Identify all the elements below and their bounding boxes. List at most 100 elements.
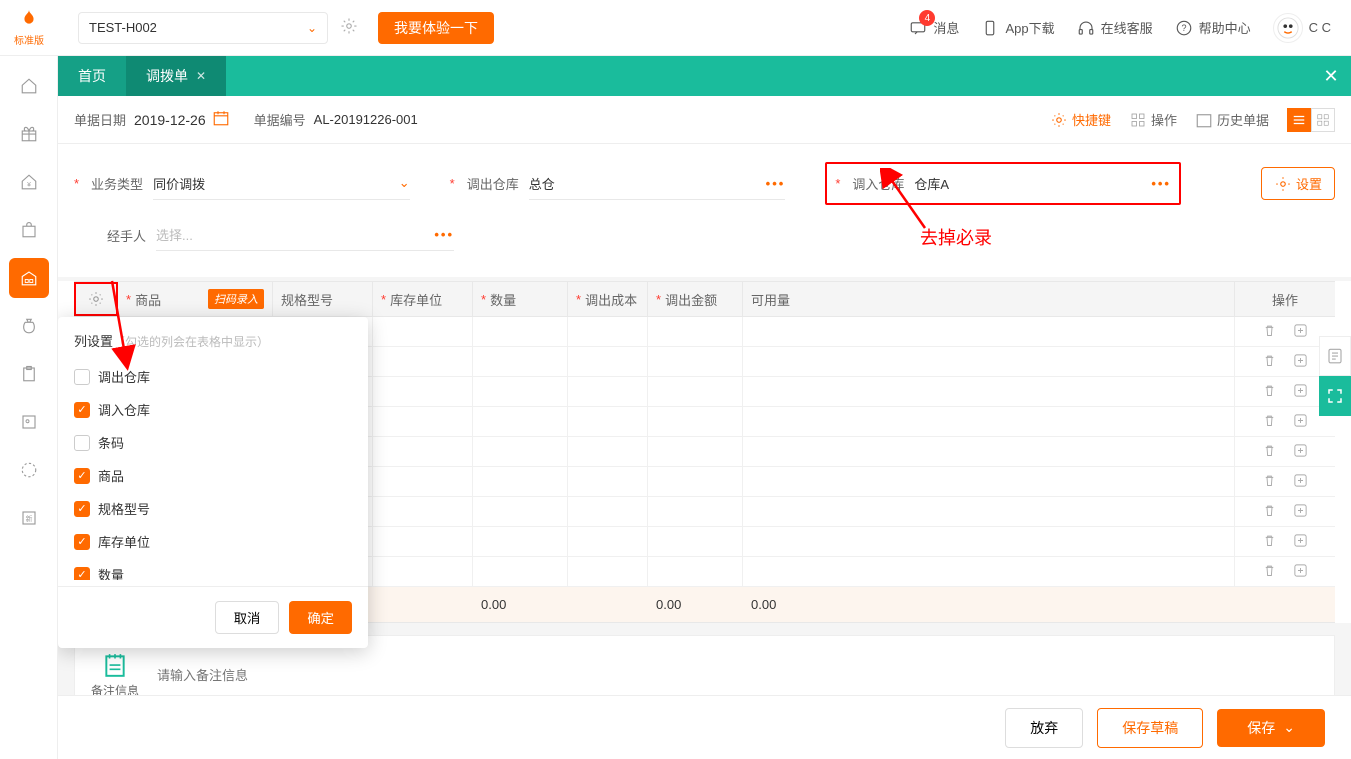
checkbox-label: 条码	[98, 433, 124, 452]
checkbox-label: 规格型号	[98, 499, 150, 518]
checkbox[interactable]: ✓	[74, 567, 90, 581]
checkbox[interactable]: ✓	[74, 501, 90, 517]
col-product: *商品扫码录入	[118, 282, 273, 316]
add-icon[interactable]	[1293, 563, 1308, 581]
required-star: *	[835, 176, 840, 191]
column-checkbox-list[interactable]: 调出仓库✓调入仓库条码✓商品✓规格型号✓库存单位✓数量单位2	[58, 360, 368, 580]
messages-link[interactable]: 4 消息	[909, 18, 959, 37]
add-icon[interactable]	[1293, 503, 1308, 521]
note-icon	[1326, 347, 1344, 365]
help-center-link[interactable]: ? 帮助中心	[1175, 18, 1251, 37]
date-label: 单据日期	[74, 110, 126, 129]
add-icon[interactable]	[1293, 413, 1308, 431]
save-button[interactable]: 保存⌄	[1217, 709, 1325, 747]
total-avail: 0.00	[743, 587, 1235, 622]
sidebar-more[interactable]	[9, 450, 49, 490]
notes-rail-button[interactable]	[1319, 336, 1351, 376]
col-qty: *数量	[473, 282, 568, 316]
close-all-tabs[interactable]: ✕	[1311, 56, 1351, 96]
form-panel: * 业务类型 同价调拨⌄ * 调出仓库 总仓••• * 调入仓库 仓库A••• …	[58, 144, 1351, 277]
notepad-icon	[102, 652, 128, 678]
app-download-link[interactable]: App下载	[981, 18, 1054, 37]
try-button[interactable]: 我要体验一下	[378, 12, 494, 44]
delete-icon[interactable]	[1262, 383, 1277, 401]
save-draft-button[interactable]: 保存草稿	[1097, 708, 1203, 748]
online-cs-link[interactable]: 在线客服	[1077, 18, 1153, 37]
add-icon[interactable]	[1293, 473, 1308, 491]
operate-link[interactable]: 操作	[1129, 110, 1177, 129]
add-icon[interactable]	[1293, 383, 1308, 401]
required-star: *	[450, 176, 455, 191]
sidebar-house-money[interactable]: ¥	[9, 162, 49, 202]
shortcut-link[interactable]: 快捷键	[1050, 110, 1111, 129]
sidebar-contact[interactable]	[9, 402, 49, 442]
checkbox[interactable]: ✓	[74, 402, 90, 418]
sidebar-bag[interactable]	[9, 210, 49, 250]
sidebar-home[interactable]	[9, 66, 49, 106]
col-cost: *调出成本	[568, 282, 648, 316]
grid-icon	[1129, 111, 1147, 129]
delete-icon[interactable]	[1262, 473, 1277, 491]
delete-icon[interactable]	[1262, 353, 1277, 371]
checkbox[interactable]: ✓	[74, 534, 90, 550]
avatar	[1273, 13, 1303, 43]
column-checkbox-item[interactable]: ✓调入仓库	[74, 393, 352, 426]
column-checkbox-item[interactable]: ✓数量	[74, 558, 352, 580]
date-value[interactable]: 2019-12-26	[134, 112, 206, 128]
tab-home[interactable]: 首页	[58, 56, 126, 96]
ok-button[interactable]: 确定	[289, 601, 352, 634]
delete-icon[interactable]	[1262, 503, 1277, 521]
delete-icon[interactable]	[1262, 533, 1277, 551]
field-in-warehouse[interactable]: * 调入仓库 仓库A•••	[825, 162, 1181, 205]
column-checkbox-item[interactable]: 条码	[74, 426, 352, 459]
discard-button[interactable]: 放弃	[1005, 708, 1083, 748]
checkbox[interactable]	[74, 369, 90, 385]
scan-entry-tag[interactable]: 扫码录入	[208, 289, 264, 309]
view-list[interactable]	[1287, 108, 1311, 132]
checkbox[interactable]	[74, 435, 90, 451]
history-link[interactable]: 历史单据	[1195, 110, 1269, 129]
delete-icon[interactable]	[1262, 323, 1277, 341]
tenant-select[interactable]: TEST-H002 ⌄	[78, 12, 328, 44]
field-out-warehouse[interactable]: * 调出仓库 总仓•••	[450, 168, 786, 200]
close-icon[interactable]: ✕	[196, 69, 206, 83]
fullscreen-rail-button[interactable]	[1319, 376, 1351, 416]
view-grid[interactable]	[1311, 108, 1335, 132]
add-icon[interactable]	[1293, 443, 1308, 461]
col-amt: *调出金额	[648, 282, 743, 316]
cancel-button[interactable]: 取消	[215, 601, 280, 634]
more-icon[interactable]: •••	[434, 227, 454, 242]
calendar-icon[interactable]	[212, 109, 230, 130]
delete-icon[interactable]	[1262, 563, 1277, 581]
sidebar-gift[interactable]	[9, 114, 49, 154]
add-icon[interactable]	[1293, 323, 1308, 341]
column-checkbox-item[interactable]: ✓库存单位	[74, 525, 352, 558]
column-settings-popover: 列设置（勾选的列会在表格中显示） 调出仓库✓调入仓库条码✓商品✓规格型号✓库存单…	[58, 317, 368, 648]
add-icon[interactable]	[1293, 533, 1308, 551]
sidebar-warehouse[interactable]	[9, 258, 49, 298]
tab-transfer-order[interactable]: 调拨单 ✕	[126, 56, 226, 96]
settings-button[interactable]: 设置	[1261, 167, 1335, 200]
checkbox[interactable]: ✓	[74, 468, 90, 484]
delete-icon[interactable]	[1262, 413, 1277, 431]
delete-icon[interactable]	[1262, 443, 1277, 461]
field-handler[interactable]: 经手人 选择...•••	[74, 219, 454, 251]
question-icon: ?	[1175, 19, 1193, 37]
column-checkbox-item[interactable]: 调出仓库	[74, 360, 352, 393]
column-settings-button[interactable]	[74, 282, 118, 316]
sidebar-new[interactable]: 新	[9, 498, 49, 538]
more-icon[interactable]: •••	[766, 176, 786, 191]
sidebar-money-bag[interactable]	[9, 306, 49, 346]
gear-icon	[1050, 111, 1068, 129]
add-icon[interactable]	[1293, 353, 1308, 371]
user-menu[interactable]: C C	[1273, 13, 1331, 43]
chevron-down-icon[interactable]: ⌄	[399, 175, 410, 191]
logo[interactable]: 标准版	[0, 8, 58, 47]
column-checkbox-item[interactable]: ✓ 规格型号	[74, 492, 352, 525]
field-biz-type[interactable]: * 业务类型 同价调拨⌄	[74, 168, 410, 200]
remarks-input[interactable]	[157, 668, 1318, 683]
tenant-settings-icon[interactable]	[340, 17, 358, 38]
more-icon[interactable]: •••	[1151, 176, 1171, 191]
sidebar-clipboard[interactable]	[9, 354, 49, 394]
column-checkbox-item[interactable]: ✓商品	[74, 459, 352, 492]
